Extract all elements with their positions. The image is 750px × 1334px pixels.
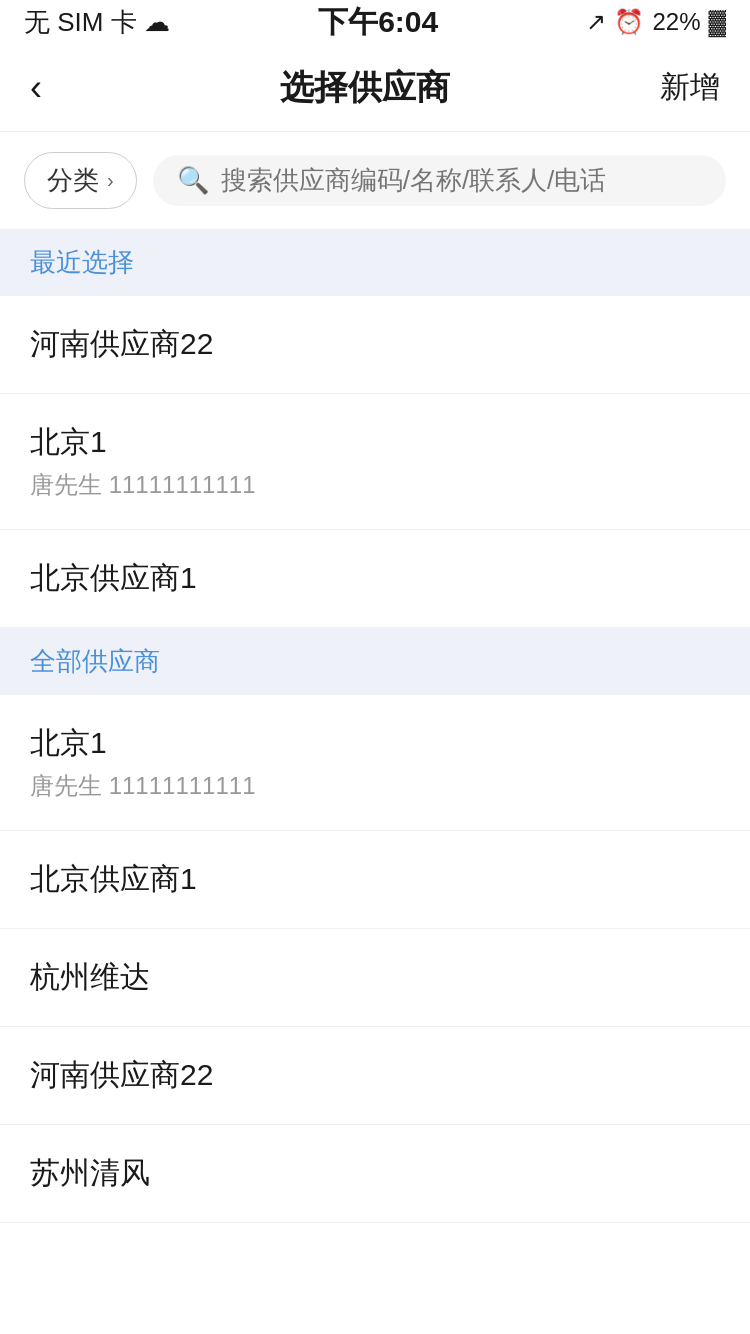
all-items-list: 北京1 唐先生 11111111111 北京供应商1 杭州维达河南供应商22 苏州清风 bbox=[0, 695, 750, 1223]
battery-level: 22% bbox=[652, 8, 700, 36]
chevron-right-icon: › bbox=[107, 169, 114, 192]
all-list-item[interactable]: 北京供应商1 bbox=[0, 831, 750, 929]
page-title: 选择供应商 bbox=[280, 65, 450, 111]
status-right: ↗ ⏰ 22% ▓ bbox=[586, 8, 726, 36]
recent-section-label: 最近选择 bbox=[30, 247, 134, 277]
add-button[interactable]: 新增 bbox=[640, 67, 720, 108]
item-name: 杭州维达 bbox=[30, 957, 720, 998]
sim-status: 无 SIM 卡 ☁ bbox=[24, 5, 170, 40]
search-icon: 🔍 bbox=[177, 165, 209, 196]
all-list-item[interactable]: 北京1 唐先生 11111111111 bbox=[0, 695, 750, 831]
filter-bar: 分类 › 🔍 bbox=[0, 132, 750, 229]
item-sub: 唐先生 11111111111 bbox=[30, 770, 720, 802]
battery-icon: ▓ bbox=[709, 8, 727, 36]
search-box[interactable]: 🔍 bbox=[153, 155, 726, 206]
nav-bar: ‹ 选择供应商 新增 bbox=[0, 44, 750, 132]
recent-items-list: 河南供应商22 北京1 唐先生 11111111111 北京供应商1 bbox=[0, 296, 750, 628]
status-time: 下午6:04 bbox=[318, 2, 438, 43]
all-section-header: 全部供应商 bbox=[0, 628, 750, 695]
recent-list-item[interactable]: 河南供应商22 bbox=[0, 296, 750, 394]
item-name: 北京供应商1 bbox=[30, 859, 720, 900]
all-section-label: 全部供应商 bbox=[30, 646, 160, 676]
search-input[interactable] bbox=[221, 165, 702, 196]
alarm-icon: ⏰ bbox=[614, 8, 644, 36]
all-list-item[interactable]: 苏州清风 bbox=[0, 1125, 750, 1223]
item-sub: 唐先生 11111111111 bbox=[30, 469, 720, 501]
item-name: 河南供应商22 bbox=[30, 1055, 720, 1096]
item-name: 北京1 bbox=[30, 422, 720, 463]
recent-list-item[interactable]: 北京供应商1 bbox=[0, 530, 750, 628]
status-bar: 无 SIM 卡 ☁ 下午6:04 ↗ ⏰ 22% ▓ bbox=[0, 0, 750, 44]
item-name: 苏州清风 bbox=[30, 1153, 720, 1194]
status-left: 无 SIM 卡 ☁ bbox=[24, 5, 170, 40]
recent-section-header: 最近选择 bbox=[0, 229, 750, 296]
recent-list-item[interactable]: 北京1 唐先生 11111111111 bbox=[0, 394, 750, 530]
item-name: 北京1 bbox=[30, 723, 720, 764]
back-button[interactable]: ‹ bbox=[30, 67, 90, 109]
item-name: 北京供应商1 bbox=[30, 558, 720, 599]
category-label: 分类 bbox=[47, 163, 99, 198]
location-icon: ↗ bbox=[586, 8, 606, 36]
all-list-item[interactable]: 河南供应商22 bbox=[0, 1027, 750, 1125]
item-name: 河南供应商22 bbox=[30, 324, 720, 365]
all-list-item[interactable]: 杭州维达 bbox=[0, 929, 750, 1027]
category-button[interactable]: 分类 › bbox=[24, 152, 137, 209]
